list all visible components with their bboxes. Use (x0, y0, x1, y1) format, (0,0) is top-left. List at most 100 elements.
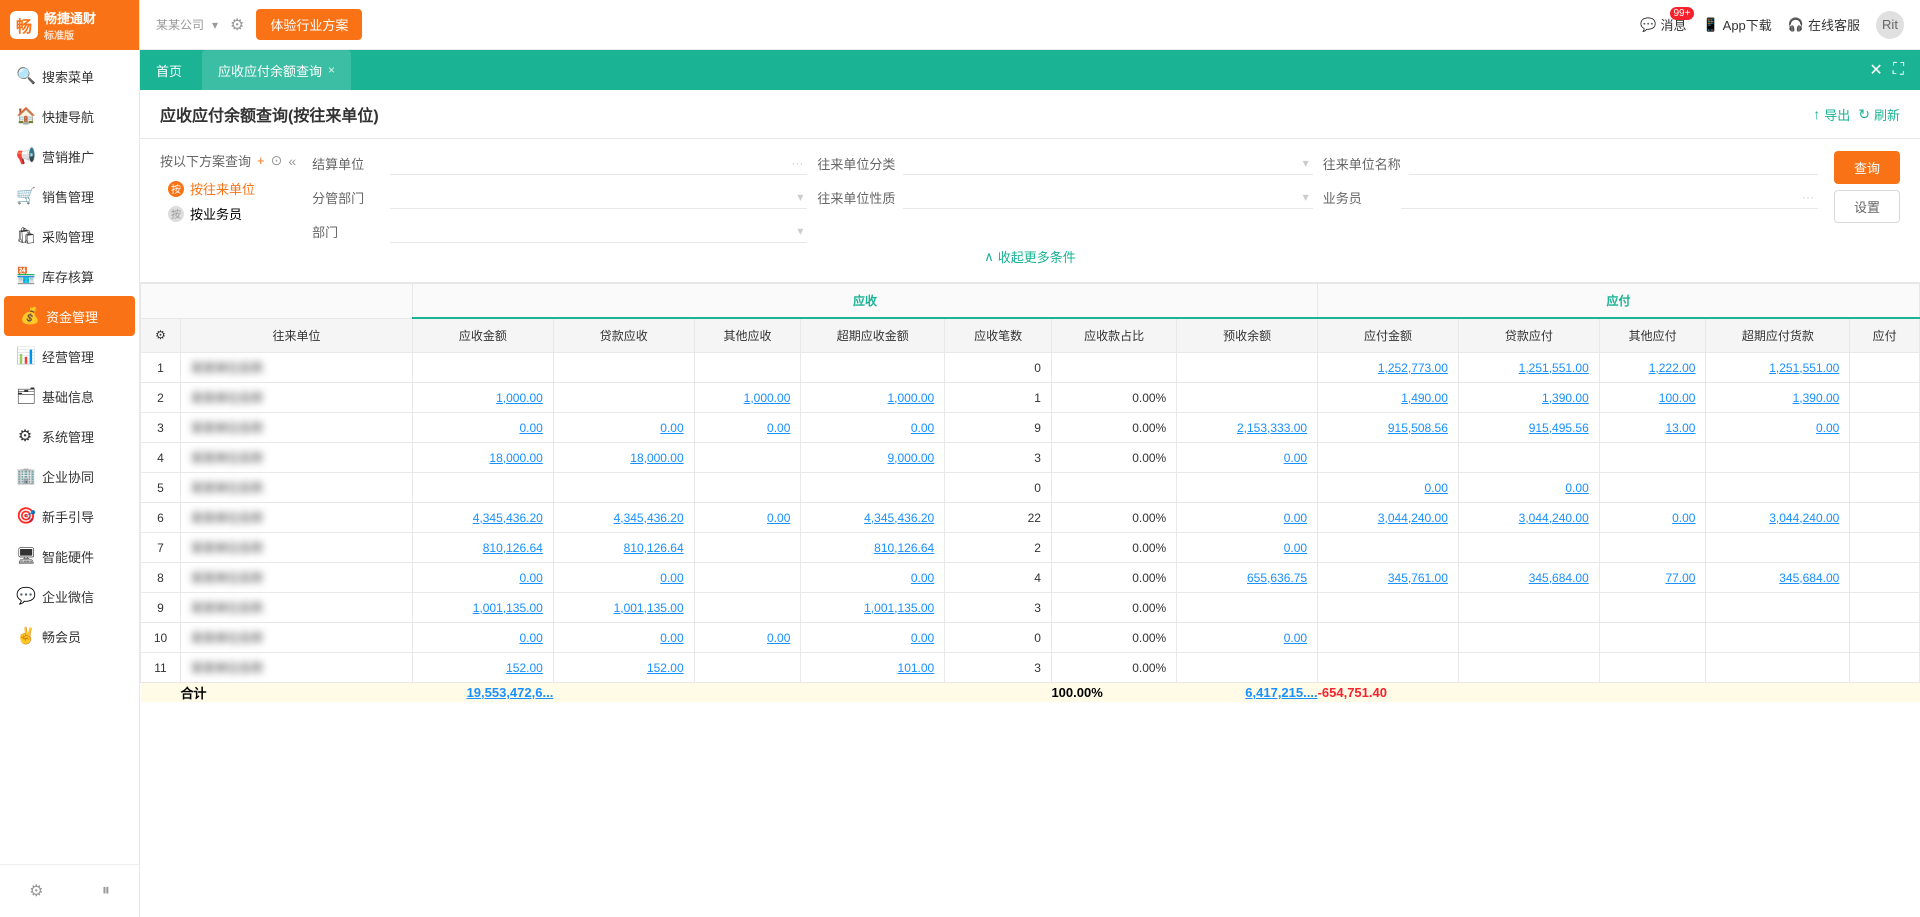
ar-amt[interactable]: 4,345,436.20 (412, 503, 553, 533)
ar-loan[interactable]: 1,001,135.00 (553, 593, 694, 623)
ap-amt[interactable]: 915,508.56 (1318, 413, 1459, 443)
ar-overdue[interactable] (801, 353, 945, 383)
partner-nature-dropdown-icon[interactable]: ▾ (1303, 190, 1313, 204)
close-window-icon[interactable]: ✕ (1869, 60, 1882, 80)
ap-loan[interactable] (1458, 533, 1599, 563)
setting-button[interactable]: 设置 (1834, 190, 1900, 223)
ap-other[interactable] (1599, 533, 1706, 563)
ar-overdue[interactable]: 0.00 (801, 413, 945, 443)
partner-nature-input[interactable] (903, 185, 1302, 208)
ar-overdue[interactable]: 4,345,436.20 (801, 503, 945, 533)
ap-loan[interactable]: 1,390.00 (1458, 383, 1599, 413)
scheme-by-salesperson[interactable]: 按 按业务员 (160, 201, 296, 226)
ap-other[interactable]: 0.00 (1599, 503, 1706, 533)
ar-other[interactable]: 0.00 (694, 503, 801, 533)
ar-other[interactable]: 0.00 (694, 413, 801, 443)
partner-name-input[interactable] (1409, 151, 1818, 174)
sidebar-item-base-info[interactable]: 🗂基础信息 (0, 376, 139, 416)
ap-other[interactable] (1599, 443, 1706, 473)
ar-amt[interactable]: 0.00 (412, 623, 553, 653)
prepay[interactable]: 655,636.75 (1177, 563, 1318, 593)
filter-settings-icon[interactable]: ⊙ (271, 152, 283, 169)
ap-amt[interactable]: 0.00 (1318, 473, 1459, 503)
settlement-unit-input[interactable] (390, 151, 791, 174)
sidebar-item-quick-nav[interactable]: 🏠快捷导航 (0, 96, 139, 136)
ap-loan[interactable]: 1,251,551.00 (1458, 353, 1599, 383)
ap-other[interactable] (1599, 623, 1706, 653)
ap-overdue[interactable] (1706, 443, 1850, 473)
ar-loan[interactable]: 4,345,436.20 (553, 503, 694, 533)
ar-loan[interactable] (553, 473, 694, 503)
ap-amt[interactable]: 1,252,773.00 (1318, 353, 1459, 383)
ap-tail[interactable] (1850, 563, 1920, 593)
ap-tail[interactable] (1850, 413, 1920, 443)
col-header-settings[interactable]: ⚙ (141, 318, 181, 353)
ap-other[interactable]: 1,222.00 (1599, 353, 1706, 383)
topbar-app-download[interactable]: 📱 App下载 (1702, 15, 1771, 34)
settings-icon[interactable]: ⚙ (21, 873, 51, 909)
filter-add-icon[interactable]: + (257, 153, 265, 168)
ar-loan[interactable]: 18,000.00 (553, 443, 694, 473)
ar-other[interactable] (694, 563, 801, 593)
ar-amt[interactable]: 1,001,135.00 (412, 593, 553, 623)
ap-loan[interactable]: 0.00 (1458, 473, 1599, 503)
solution-button[interactable]: 体验行业方案 (256, 9, 362, 40)
ar-amt[interactable] (412, 353, 553, 383)
prepay[interactable] (1177, 653, 1318, 683)
salesperson-input[interactable] (1401, 185, 1802, 208)
sidebar-item-purchase[interactable]: 🛍采购管理 (0, 216, 139, 256)
footer-prepay[interactable]: 6,417,215.... (1177, 683, 1318, 703)
sidebar-item-smart-hw[interactable]: 🖥智能硬件 (0, 536, 139, 576)
ar-overdue[interactable]: 9,000.00 (801, 443, 945, 473)
ap-other[interactable]: 100.00 (1599, 383, 1706, 413)
ar-amt[interactable]: 0.00 (412, 563, 553, 593)
ar-other[interactable] (694, 653, 801, 683)
prepay[interactable]: 2,153,333.00 (1177, 413, 1318, 443)
topbar-online-service[interactable]: 🎧 在线客服 (1788, 15, 1860, 34)
ap-overdue[interactable] (1706, 593, 1850, 623)
prepay[interactable]: 0.00 (1177, 503, 1318, 533)
collapse-icon[interactable]: ⏸ (94, 874, 118, 908)
ap-loan[interactable] (1458, 593, 1599, 623)
sidebar-item-sys-admin[interactable]: ⚙系统管理 (0, 416, 139, 456)
prepay[interactable] (1177, 593, 1318, 623)
ar-other[interactable] (694, 533, 801, 563)
ar-loan[interactable]: 0.00 (553, 623, 694, 653)
tab-home[interactable]: 首页 (140, 50, 198, 90)
sidebar-item-search-menu[interactable]: 🔍搜索菜单 (0, 56, 139, 96)
ap-tail[interactable] (1850, 653, 1920, 683)
prepay[interactable] (1177, 383, 1318, 413)
partner-category-dropdown-icon[interactable]: ▾ (1303, 156, 1313, 170)
ar-amt[interactable]: 1,000.00 (412, 383, 553, 413)
ar-other[interactable]: 0.00 (694, 623, 801, 653)
dept-dropdown-icon[interactable]: ▾ (797, 224, 807, 238)
ar-loan[interactable]: 152.00 (553, 653, 694, 683)
ar-other[interactable] (694, 473, 801, 503)
sidebar-item-marketing[interactable]: 📢营销推广 (0, 136, 139, 176)
ap-loan[interactable] (1458, 623, 1599, 653)
ap-other[interactable] (1599, 593, 1706, 623)
ar-overdue[interactable]: 1,001,135.00 (801, 593, 945, 623)
prepay[interactable]: 0.00 (1177, 443, 1318, 473)
refresh-button[interactable]: ↻ 刷新 (1858, 105, 1900, 124)
ar-loan[interactable]: 0.00 (553, 563, 694, 593)
ap-tail[interactable] (1850, 623, 1920, 653)
collapse-more-button[interactable]: ∧ 收起更多条件 (984, 247, 1076, 266)
ar-loan[interactable]: 810,126.64 (553, 533, 694, 563)
ap-amt[interactable]: 1,490.00 (1318, 383, 1459, 413)
ap-other[interactable]: 13.00 (1599, 413, 1706, 443)
ap-tail[interactable] (1850, 353, 1920, 383)
sidebar-item-corp-collab[interactable]: 🏢企业协同 (0, 456, 139, 496)
sidebar-item-operations[interactable]: 📊经营管理 (0, 336, 139, 376)
scheme-by-partner[interactable]: 按 按往来单位 (160, 176, 296, 201)
ap-tail[interactable] (1850, 593, 1920, 623)
sidebar-item-finance[interactable]: 💰资金管理 (4, 296, 135, 336)
ap-tail[interactable] (1850, 533, 1920, 563)
prepay[interactable]: 0.00 (1177, 623, 1318, 653)
ap-loan[interactable]: 3,044,240.00 (1458, 503, 1599, 533)
ap-loan[interactable] (1458, 653, 1599, 683)
ap-loan[interactable]: 345,684.00 (1458, 563, 1599, 593)
ap-overdue[interactable]: 1,251,551.00 (1706, 353, 1850, 383)
dept-mgr-dropdown-icon[interactable]: ▾ (797, 190, 807, 204)
ar-amt[interactable]: 810,126.64 (412, 533, 553, 563)
